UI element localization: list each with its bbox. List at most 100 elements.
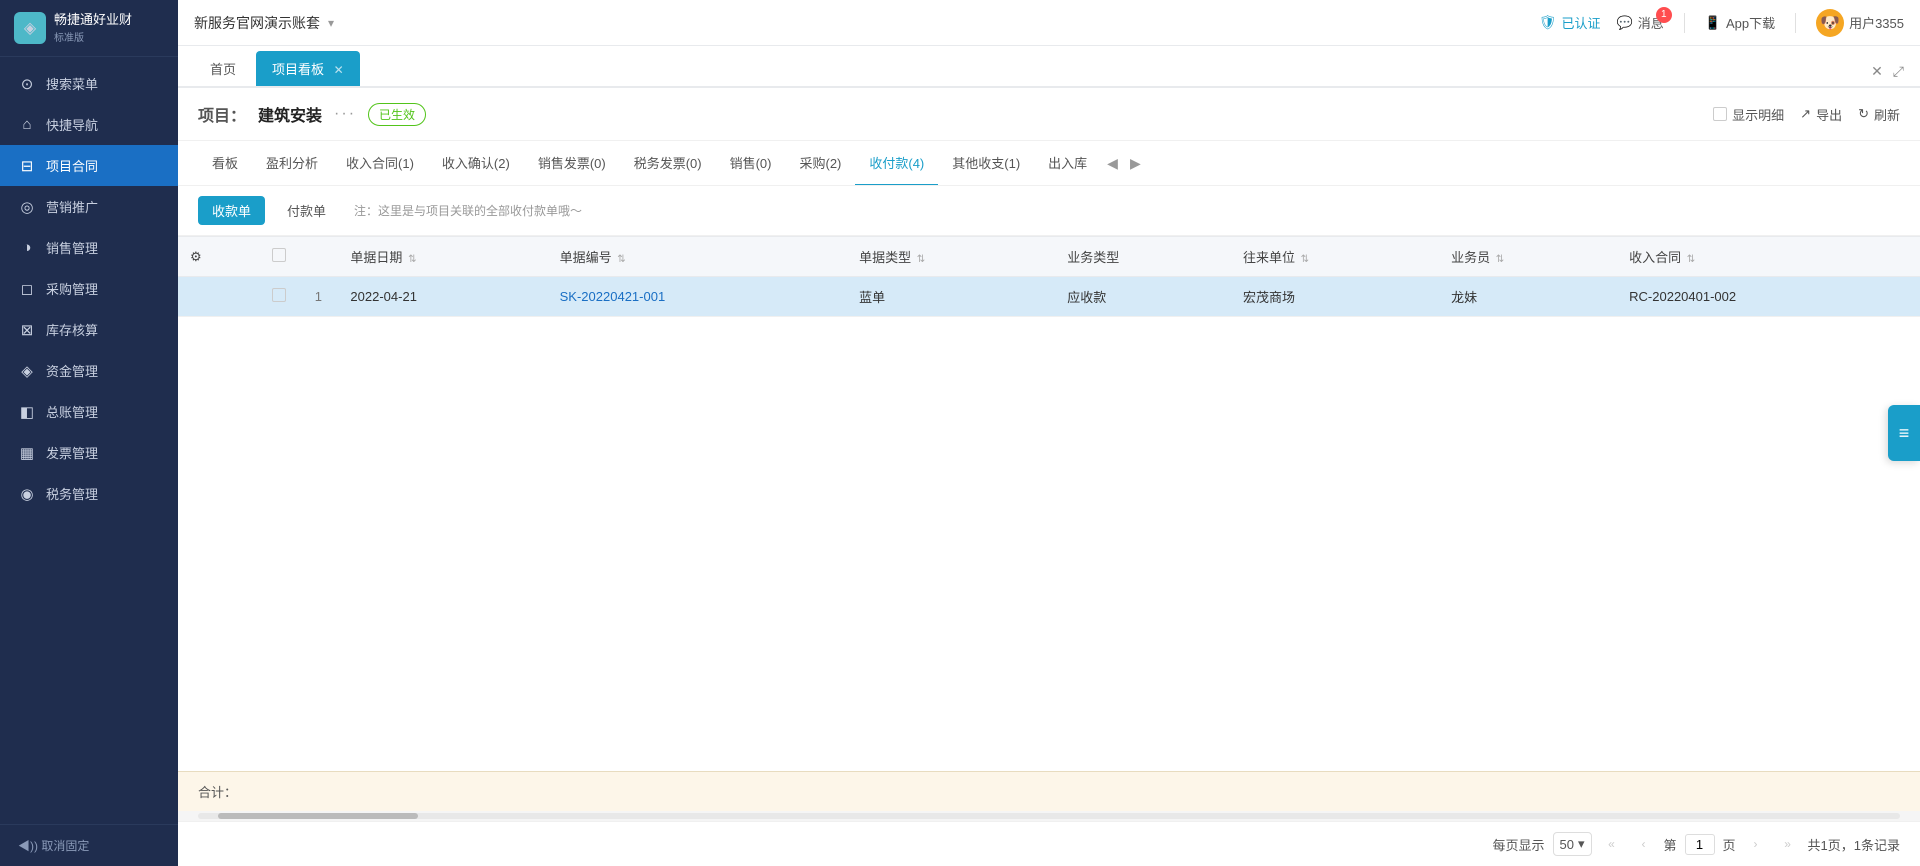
subnav-item-sales-invoice[interactable]: 销售发票(0)	[524, 141, 620, 186]
row-salesman-cell: 龙妹	[1439, 277, 1617, 317]
export-button[interactable]: ↗ 导出	[1800, 105, 1842, 124]
show-detail-checkbox[interactable]	[1713, 107, 1727, 121]
scrollbar-thumb[interactable]	[218, 813, 418, 819]
th-num	[298, 237, 338, 277]
close-window-icon[interactable]: ✕	[1871, 63, 1883, 80]
subnav-prev-arrow[interactable]: ◀	[1101, 155, 1124, 172]
first-page-button[interactable]: «	[1600, 832, 1624, 856]
th-income-contract[interactable]: 收入合同 ⇅	[1617, 237, 1920, 277]
horizontal-scrollbar[interactable]	[198, 813, 1900, 819]
message-icon: 💬	[1617, 15, 1633, 31]
table-row[interactable]: 1 2022-04-21 SK-20220421-001 蓝单 应收款 宏茂商场…	[178, 277, 1920, 317]
user-button[interactable]: 🐶 用户3355	[1816, 9, 1904, 37]
sidebar-item-tax[interactable]: ◉ 税务管理	[0, 473, 178, 514]
sidebar-logo[interactable]: ◈ 畅捷通好业财 标准版	[0, 0, 178, 57]
shield-icon: 🛡	[1539, 14, 1557, 31]
th-settings[interactable]: ⚙	[178, 237, 260, 277]
payment-tab-button[interactable]: 付款单	[273, 196, 340, 225]
subnav-item-profit[interactable]: 盈利分析	[252, 141, 332, 186]
th-check[interactable]	[260, 237, 298, 277]
row-code-cell[interactable]: SK-20220421-001	[548, 277, 847, 317]
invoice-icon: ▦	[18, 444, 36, 462]
sort-date-icon: ⇅	[408, 254, 416, 265]
scrollbar-row	[178, 811, 1920, 821]
sidebar-item-quick[interactable]: ⌂ 快捷导航	[0, 104, 178, 145]
content-area: 项目： 建筑安装 ··· 已生效 显示明细 ↗ 导出 ↻ 刷新	[178, 88, 1920, 866]
tab-close-icon[interactable]: ✕	[334, 63, 344, 77]
th-salesman[interactable]: 业务员 ⇅	[1439, 237, 1617, 277]
sidebar-item-invoice[interactable]: ▦ 发票管理	[0, 432, 178, 473]
per-page-select[interactable]: 50 ▾	[1553, 832, 1592, 856]
sort-type-icon: ⇅	[917, 254, 925, 265]
topbar-project[interactable]: 新服务官网演示账套 ▾	[194, 13, 1523, 33]
row-type-cell: 蓝单	[847, 277, 1055, 317]
sidebar-item-contract[interactable]: ⊟ 项目合同	[0, 145, 178, 186]
sidebar-item-ledger[interactable]: ◧ 总账管理	[0, 391, 178, 432]
subnav-item-inout[interactable]: 出入库	[1034, 141, 1101, 186]
messages-button[interactable]: 💬 消息 1	[1617, 13, 1664, 32]
tab-project-board[interactable]: 项目看板 ✕	[256, 51, 360, 86]
settings-icon[interactable]: ⚙	[190, 249, 202, 264]
subtab-row: 收款单 付款单 注：这里是与项目关联的全部收付款单哦～	[178, 186, 1920, 236]
sort-salesman-icon: ⇅	[1496, 254, 1504, 265]
logo-text-group: 畅捷通好业财 标准版	[54, 12, 132, 44]
table-container: ⚙ 单据日期 ⇅ 单据编号 ⇅	[178, 236, 1920, 771]
subnav-item-receipt[interactable]: 收付款(4)	[855, 141, 938, 186]
prev-page-button[interactable]: ‹	[1632, 832, 1656, 856]
home-icon: ⌂	[18, 116, 36, 133]
show-detail-button[interactable]: 显示明细	[1713, 105, 1784, 124]
next-page-button[interactable]: ›	[1744, 832, 1768, 856]
tab-home[interactable]: 首页	[194, 51, 252, 86]
row-contract-cell: RC-20220401-002	[1617, 277, 1920, 317]
inventory-icon: ⊠	[18, 321, 36, 339]
th-partner[interactable]: 往来单位 ⇅	[1231, 237, 1439, 277]
project-actions: 显示明细 ↗ 导出 ↻ 刷新	[1713, 105, 1900, 124]
last-page-button[interactable]: »	[1776, 832, 1800, 856]
receipts-table: ⚙ 单据日期 ⇅ 单据编号 ⇅	[178, 236, 1920, 317]
sidebar-item-sales[interactable]: ◑ 销售管理	[0, 227, 178, 268]
search-icon: ⊙	[18, 75, 36, 93]
app-download-button[interactable]: 📱 App下载	[1705, 13, 1775, 32]
select-all-checkbox[interactable]	[272, 248, 286, 262]
sidebar-item-search[interactable]: ⊙ 搜索菜单	[0, 63, 178, 104]
receipt-tab-button[interactable]: 收款单	[198, 196, 265, 225]
sidebar-item-inventory[interactable]: ⊠ 库存核算	[0, 309, 178, 350]
receipt-code-link[interactable]: SK-20220421-001	[560, 289, 666, 304]
per-page-dropdown-icon: ▾	[1578, 836, 1585, 852]
sidebar-item-funds[interactable]: ◈ 资金管理	[0, 350, 178, 391]
subnav-item-tax-invoice[interactable]: 税务发票(0)	[620, 141, 716, 186]
page-number-input[interactable]	[1685, 834, 1715, 855]
subnav-item-sales[interactable]: 销售(0)	[716, 141, 786, 186]
row-biz-type-cell: 应收款	[1055, 277, 1231, 317]
subnav-item-income-confirm[interactable]: 收入确认(2)	[428, 141, 524, 186]
sidebar-unpin-button[interactable]: ◀)) 取消固定	[0, 824, 178, 866]
sort-partner-icon: ⇅	[1301, 254, 1309, 265]
subnav-item-income-contract[interactable]: 收入合同(1)	[332, 141, 428, 186]
sidebar-item-marketing[interactable]: ◎ 营销推广	[0, 186, 178, 227]
row-partner-cell: 宏茂商场	[1231, 277, 1439, 317]
subnav-item-board[interactable]: 看板	[198, 141, 252, 186]
sidebar-item-purchase[interactable]: ◻ 采购管理	[0, 268, 178, 309]
row-date-cell: 2022-04-21	[338, 277, 547, 317]
project-prefix: 项目：	[198, 102, 246, 126]
row-settings-cell	[178, 277, 260, 317]
total-row: 合计：	[178, 771, 1920, 811]
subnav-next-arrow[interactable]: ▶	[1124, 155, 1147, 172]
subnav-item-purchase[interactable]: 采购(2)	[785, 141, 855, 186]
row-checkbox[interactable]	[272, 288, 286, 302]
purchase-icon: ◻	[18, 280, 36, 298]
project-dropdown-icon[interactable]: ▾	[328, 16, 334, 30]
subnav-item-other-expense[interactable]: 其他收支(1)	[938, 141, 1034, 186]
row-check-cell[interactable]	[260, 277, 298, 317]
project-header: 项目： 建筑安装 ··· 已生效 显示明细 ↗ 导出 ↻ 刷新	[178, 88, 1920, 141]
refresh-button[interactable]: ↻ 刷新	[1858, 105, 1900, 124]
fab-button[interactable]: ≡	[1888, 405, 1920, 461]
project-more-button[interactable]: ···	[334, 105, 356, 123]
th-type[interactable]: 单据类型 ⇅	[847, 237, 1055, 277]
project-name: 建筑安装	[258, 102, 322, 126]
th-date[interactable]: 单据日期 ⇅	[338, 237, 547, 277]
sort-code-icon: ⇅	[617, 254, 625, 265]
sort-contract-icon: ⇅	[1687, 254, 1695, 265]
th-code[interactable]: 单据编号 ⇅	[548, 237, 847, 277]
maximize-window-icon[interactable]: ⤢	[1893, 63, 1904, 80]
